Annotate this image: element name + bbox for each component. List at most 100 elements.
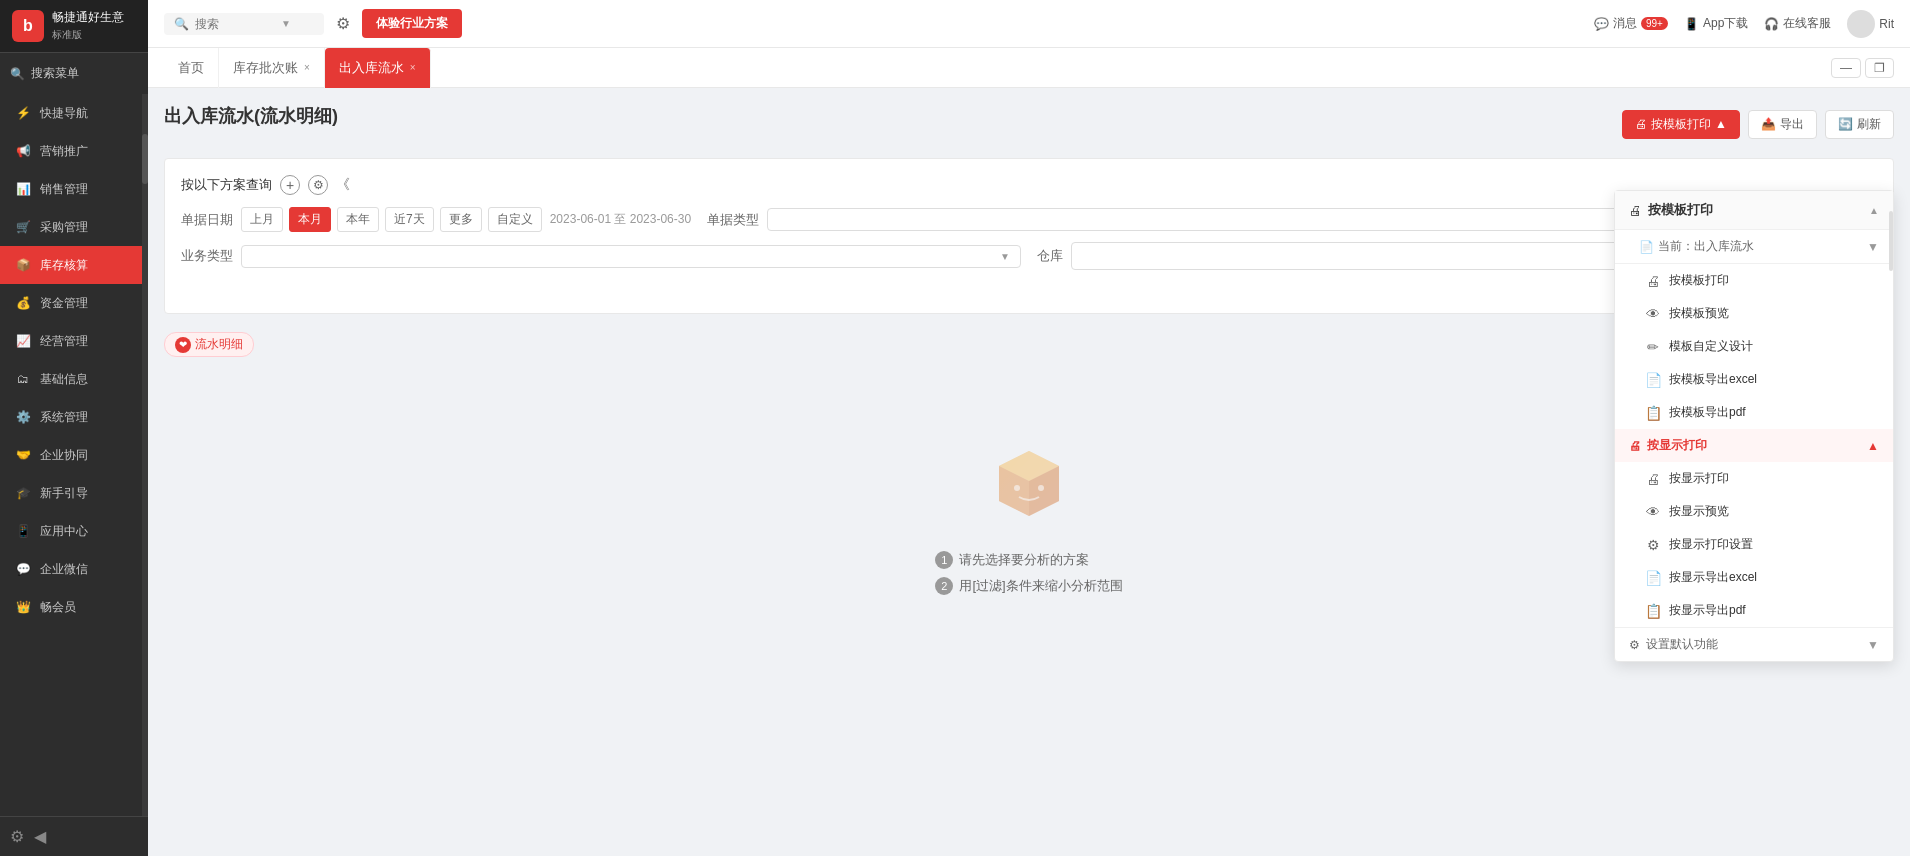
sidebar-item-purchase[interactable]: 🛒 采购管理 <box>0 208 142 246</box>
date-btn-last-7[interactable]: 近7天 <box>385 207 434 232</box>
filter-tag-label: 流水明细 <box>195 336 243 353</box>
topbar-gear-icon[interactable]: ⚙ <box>336 14 350 33</box>
print-label: 按模板打印 <box>1651 116 1711 133</box>
current-icon: 📄 <box>1639 240 1654 254</box>
footer-icon: ⚙ <box>1629 638 1640 652</box>
date-btn-more[interactable]: 更多 <box>440 207 482 232</box>
biz-type-field: 业务类型 ▼ <box>181 245 1021 268</box>
topbar-search-input[interactable] <box>195 17 275 31</box>
sidebar-settings-icon[interactable]: ⚙ <box>10 827 24 846</box>
sidebar-search-area: 🔍 搜索菜单 <box>0 53 148 94</box>
inventory-icon: 📦 <box>14 256 32 274</box>
dropdown-item-display-print[interactable]: 🖨 按显示打印 <box>1615 462 1893 495</box>
display-preview-icon: 👁 <box>1645 504 1661 520</box>
biz-type-label: 业务类型 <box>181 247 233 265</box>
dropdown-panel: 🖨 按模板打印 ▲ 📄 当前：出入库流水 ▼ 🖨 按模板打印 <box>1614 190 1894 662</box>
sidebar-item-marketing[interactable]: 📢 营销推广 <box>0 132 142 170</box>
dropdown-footer[interactable]: ⚙ 设置默认功能 ▼ <box>1615 627 1893 661</box>
base-icon: 🗂 <box>14 370 32 388</box>
tabs-close-all-btn[interactable]: — <box>1831 58 1861 78</box>
template-print-icon: 🖨 <box>1645 273 1661 289</box>
sidebar-item-collab[interactable]: 🤝 企业协同 <box>0 436 142 474</box>
dropdown-item-template-pdf[interactable]: 📋 按模板导出pdf <box>1615 396 1893 429</box>
sidebar-item-operations[interactable]: 📈 经营管理 <box>0 322 142 360</box>
sidebar-item-guide[interactable]: 🎓 新手引导 <box>0 474 142 512</box>
empty-step-1: 1 请先选择要分析的方案 <box>935 551 1122 569</box>
app-download-btn[interactable]: 📱 App下载 <box>1684 15 1748 32</box>
date-btn-this-year[interactable]: 本年 <box>337 207 379 232</box>
user-name: Rit <box>1879 17 1894 31</box>
print-btn[interactable]: 🖨 按模板打印 ▲ <box>1622 110 1740 139</box>
display-section-title: 按显示打印 <box>1647 437 1707 454</box>
sidebar-item-label: 快捷导航 <box>40 105 88 122</box>
sidebar-collapse-icon[interactable]: ◀ <box>34 827 46 846</box>
logo-sub: 标准版 <box>52 28 124 42</box>
member-icon: 👑 <box>14 598 32 616</box>
print-chevron: ▲ <box>1715 117 1727 131</box>
export-btn[interactable]: 📤 导出 <box>1748 110 1817 139</box>
wechat-icon: 💬 <box>14 560 32 578</box>
service-icon: 🎧 <box>1764 17 1779 31</box>
date-range-text: 2023-06-01 至 2023-06-30 <box>550 211 691 228</box>
tab-flow-label: 出入库流水 <box>339 59 404 77</box>
topbar-search[interactable]: 🔍 ▼ <box>164 13 324 35</box>
dropdown-item-template-print[interactable]: 🖨 按模板打印 <box>1615 264 1893 297</box>
trial-btn[interactable]: 体验行业方案 <box>362 9 462 38</box>
tab-flow-close[interactable]: × <box>410 62 416 73</box>
dropdown-print-icon: 🖨 <box>1629 203 1642 218</box>
topbar-actions: 💬 消息 99+ 📱 App下载 🎧 在线客服 Rit <box>1594 10 1894 38</box>
dropdown-header-title: 按模板打印 <box>1648 201 1713 219</box>
tab-home[interactable]: 首页 <box>164 48 219 88</box>
dropdown-item-template-custom[interactable]: ✏ 模板自定义设计 <box>1615 330 1893 363</box>
date-btn-custom[interactable]: 自定义 <box>488 207 542 232</box>
sidebar-item-label: 应用中心 <box>40 523 88 540</box>
tab-batch-close[interactable]: × <box>304 62 310 73</box>
dropdown-item-display-preview[interactable]: 👁 按显示预览 <box>1615 495 1893 528</box>
date-btn-this-month[interactable]: 本月 <box>289 207 331 232</box>
template-pdf-icon: 📋 <box>1645 405 1661 421</box>
dropdown-item-template-preview[interactable]: 👁 按模板预览 <box>1615 297 1893 330</box>
dropdown-item-display-settings[interactable]: ⚙ 按显示打印设置 <box>1615 528 1893 561</box>
export-label: 导出 <box>1780 116 1804 133</box>
biz-type-select[interactable]: ▼ <box>241 245 1021 268</box>
app-download-icon: 📱 <box>1684 17 1699 31</box>
topbar: 🔍 ▼ ⚙ 体验行业方案 💬 消息 99+ 📱 App下载 🎧 <box>148 0 1910 48</box>
message-btn[interactable]: 💬 消息 99+ <box>1594 15 1668 32</box>
page-header-actions: 🖨 按模板打印 ▲ 📤 导出 🔄 刷新 <box>1622 110 1894 139</box>
sidebar-item-inventory[interactable]: 📦 库存核算 <box>0 246 142 284</box>
dropdown-item-template-excel[interactable]: 📄 按模板导出excel <box>1615 363 1893 396</box>
search-settings-btn[interactable]: ⚙ <box>308 175 328 195</box>
sidebar-item-shortcut[interactable]: ⚡ 快捷导航 <box>0 94 142 132</box>
search-menu-btn[interactable]: 🔍 搜索菜单 <box>10 61 138 86</box>
app-download-label: App下载 <box>1703 15 1748 32</box>
tabs-restore-btn[interactable]: ❐ <box>1865 58 1894 78</box>
display-pdf-icon: 📋 <box>1645 603 1661 619</box>
footer-label: 设置默认功能 <box>1646 636 1718 653</box>
dropdown-header-chevron: ▲ <box>1869 205 1879 216</box>
dropdown-item-display-pdf[interactable]: 📋 按显示导出pdf <box>1615 594 1893 627</box>
sidebar-item-system[interactable]: ⚙️ 系统管理 <box>0 398 142 436</box>
template-custom-icon: ✏ <box>1645 339 1661 355</box>
sidebar-item-label: 新手引导 <box>40 485 88 502</box>
footer-content: ⚙ 设置默认功能 <box>1629 636 1718 653</box>
sidebar-item-base[interactable]: 🗂 基础信息 <box>0 360 142 398</box>
sidebar-item-member[interactable]: 👑 畅会员 <box>0 588 142 626</box>
refresh-btn[interactable]: 🔄 刷新 <box>1825 110 1894 139</box>
date-btn-last-month[interactable]: 上月 <box>241 207 283 232</box>
sidebar-item-appcenter[interactable]: 📱 应用中心 <box>0 512 142 550</box>
search-collapse-btn[interactable]: 《 <box>336 176 350 194</box>
sidebar-item-wechat[interactable]: 💬 企业微信 <box>0 550 142 588</box>
search-icon: 🔍 <box>10 67 25 81</box>
sidebar-item-sales[interactable]: 📊 销售管理 <box>0 170 142 208</box>
tab-flow[interactable]: 出入库流水 × <box>325 48 431 88</box>
guide-icon: 🎓 <box>14 484 32 502</box>
sidebar-item-finance[interactable]: 💰 资金管理 <box>0 284 142 322</box>
tab-batch[interactable]: 库存批次账 × <box>219 48 325 88</box>
dropdown-section-display[interactable]: 🖨 按显示打印 ▲ <box>1615 429 1893 462</box>
user-area[interactable]: Rit <box>1847 10 1894 38</box>
online-service-btn[interactable]: 🎧 在线客服 <box>1764 15 1831 32</box>
filter-tag-flow[interactable]: ❤ 流水明细 <box>164 332 254 357</box>
search-add-btn[interactable]: + <box>280 175 300 195</box>
dropdown-item-display-excel[interactable]: 📄 按显示导出excel <box>1615 561 1893 594</box>
footer-chevron: ▼ <box>1867 638 1879 652</box>
